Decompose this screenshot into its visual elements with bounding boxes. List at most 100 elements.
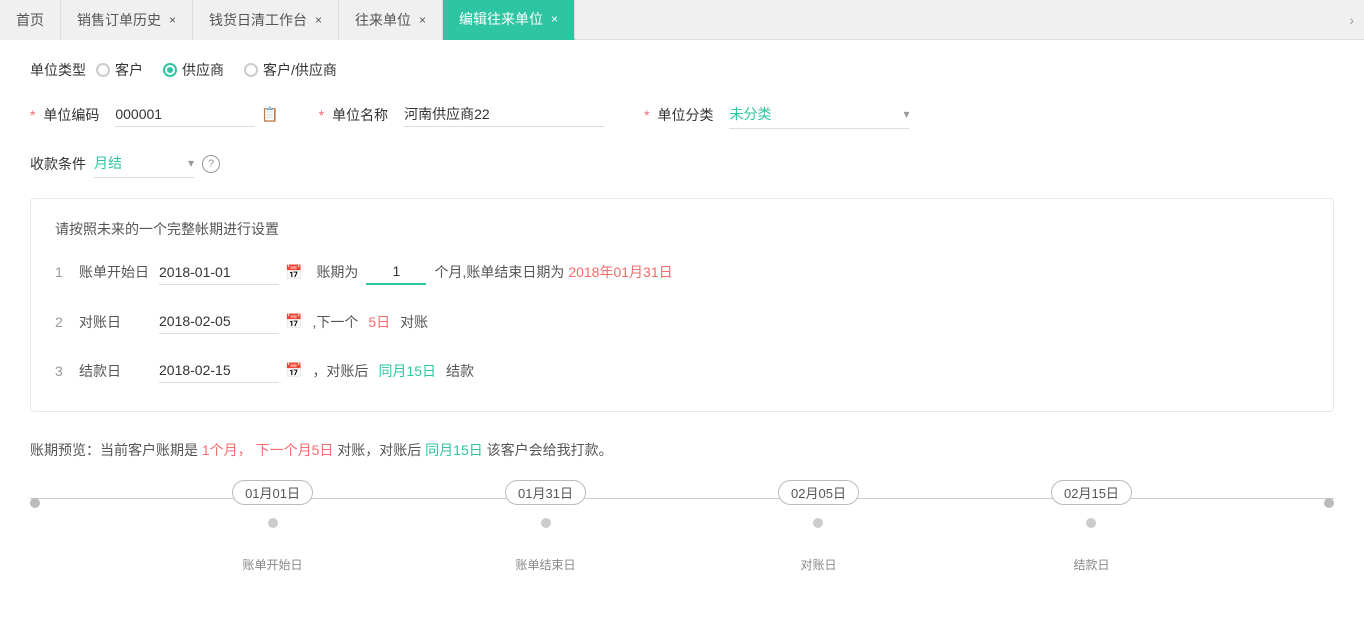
unit-category-dropdown[interactable]: 未分类 ▾ [729,100,909,129]
row-1-period-input[interactable] [366,259,426,285]
row-1-suffix-post: 个月,账单结束日期为 [434,262,564,282]
timeline: 01月01日 账单开始日 01月31日 账单结束日 02月05日 对账日 02月… [30,480,1334,603]
tab-cash-work-close[interactable]: × [315,13,322,27]
unit-category-star: * [644,107,649,123]
preview-prefix: 账期预览：当前客户账期是 [30,442,198,458]
main-content: 单位类型 客户 供应商 客户/供应商 * 单位编码 📋 [0,40,1364,623]
tab-sales-history[interactable]: 销售订单历史 × [61,0,193,40]
timeline-label-3: 对账日 [800,556,836,573]
tab-partner-unit-label: 往来单位 [355,10,411,30]
tabs-bar: 首页 销售订单历史 × 钱货日清工作台 × 往来单位 × 编辑往来单位 × › [0,0,1364,40]
row-1-field-label: 账单开始日 [79,262,159,282]
unit-name-group: * 单位名称 [319,102,604,127]
unit-code-copy-icon[interactable]: 📋 [261,106,278,123]
timeline-label-2: 账单结束日 [516,556,576,573]
row-2-num: 2 [55,314,79,330]
row-2-field-label: 对账日 [79,312,159,332]
row-1-num: 1 [55,264,79,280]
radio-both[interactable]: 客户/供应商 [244,60,337,80]
unit-category-arrow-icon: ▾ [903,107,909,121]
unit-code-label: * 单位编码 [30,105,99,125]
unit-type-radio-group: 客户 供应商 客户/供应商 [96,60,337,80]
unit-category-label: * 单位分类 [644,105,713,125]
data-row-1: 1 账单开始日 📅 账期为 个月,账单结束日期为 2018年01月31日 [55,259,1309,285]
timeline-dot-4 [1086,518,1096,528]
timeline-dot-2 [541,518,551,528]
timeline-point-2: 01月31日 账单结束日 [505,480,586,573]
tab-edit-partner-close[interactable]: × [551,12,558,26]
unit-type-label: 单位类型 [30,60,86,80]
row-3-highlight-teal: 同月15日 [378,361,436,381]
tab-sales-history-close[interactable]: × [169,13,176,27]
radio-supplier-circle [163,63,177,77]
radio-both-circle [244,63,258,77]
payment-term-dropdown[interactable]: 月结 ▾ [94,149,194,178]
timeline-dot-1 [268,518,278,528]
row-2-highlight-orange: 5日 [368,312,390,332]
timeline-dot-3 [813,518,823,528]
tab-cash-work-label: 钱货日清工作台 [209,10,307,30]
radio-supplier-label: 供应商 [182,60,224,80]
radio-customer-label: 客户 [115,60,143,80]
data-row-2: 2 对账日 📅 ,下一个 5日 对账 [55,309,1309,334]
preview-suffix: 该客户会给我打款。 [487,442,613,458]
row-1-date-input[interactable] [159,260,279,285]
radio-customer[interactable]: 客户 [96,60,143,80]
tab-scroll-right[interactable]: › [1339,12,1364,28]
payment-term-label: 收款条件 [30,154,86,174]
row-3-suffix: 结款 [446,361,474,381]
payment-term-arrow-icon: ▾ [188,156,194,170]
tab-partner-unit-close[interactable]: × [419,13,426,27]
unit-category-value: 未分类 [729,100,903,128]
payment-term-help-icon[interactable]: ? [202,155,220,173]
unit-code-input[interactable] [115,102,255,127]
radio-customer-circle [96,63,110,77]
row-3-field-label: 结款日 [79,361,159,381]
timeline-badge-1: 01月01日 [232,480,313,505]
radio-both-label: 客户/供应商 [263,60,337,80]
timeline-label-4: 结款日 [1073,556,1109,573]
tab-home[interactable]: 首页 [0,0,61,40]
timeline-points-row: 01月01日 账单开始日 01月31日 账单结束日 02月05日 对账日 02月… [30,480,1334,573]
unit-name-star: * [319,107,324,123]
preview-mid: 对账，对账后 [337,442,421,458]
timeline-start-cap [30,498,40,508]
unit-code-group: * 单位编码 📋 [30,102,279,127]
timeline-badge-2: 01月31日 [505,480,586,505]
row-3-calendar-icon[interactable]: 📅 [285,362,302,379]
preview-orange1: 1个月， [202,442,252,458]
payment-term-row: 收款条件 月结 ▾ ? [30,149,1334,178]
row-3-date-input[interactable] [159,358,279,383]
unit-code-star: * [30,107,35,123]
timeline-badge-3: 02月05日 [778,480,859,505]
tab-cash-work[interactable]: 钱货日清工作台 × [193,0,339,40]
timeline-point-1: 01月01日 账单开始日 [232,480,313,573]
row-1-highlight-teal: 2018年01月31日 [568,262,672,282]
row-1-calendar-icon[interactable]: 📅 [285,264,302,281]
row-3-num: 3 [55,363,79,379]
payment-term-value: 月结 [94,149,188,177]
timeline-badge-4: 02月15日 [1051,480,1132,505]
timeline-end-cap [1324,498,1334,508]
unit-name-input[interactable] [404,102,604,127]
timeline-point-4: 02月15日 结款日 [1051,480,1132,573]
radio-supplier[interactable]: 供应商 [163,60,224,80]
unit-name-label: * 单位名称 [319,105,388,125]
section-title: 请按照未来的一个完整帐期进行设置 [55,219,1309,239]
tab-partner-unit[interactable]: 往来单位 × [339,0,443,40]
tab-sales-history-label: 销售订单历史 [77,10,161,30]
preview-teal: 同月15日 [425,442,483,458]
preview-text: 账期预览：当前客户账期是 1个月， 下一个月5日 对账，对账后 同月15日 该客… [30,428,1334,472]
unit-category-group: * 单位分类 未分类 ▾ [644,100,909,129]
row-2-calendar-icon[interactable]: 📅 [285,313,302,330]
row-2-date-input[interactable] [159,309,279,334]
row-3-prefix: ，对账后 [312,361,368,381]
row-1-suffix-pre: 账期为 [316,262,358,282]
unit-type-row: 单位类型 客户 供应商 客户/供应商 [30,60,1334,80]
tab-edit-partner[interactable]: 编辑往来单位 × [443,0,575,40]
timeline-label-1: 账单开始日 [243,556,303,573]
period-settings-section: 请按照未来的一个完整帐期进行设置 1 账单开始日 📅 账期为 个月,账单结束日期… [30,198,1334,412]
row-2-prefix: ,下一个 [312,312,358,332]
data-row-3: 3 结款日 📅 ，对账后 同月15日 结款 [55,358,1309,383]
row-2-suffix: 对账 [400,312,428,332]
